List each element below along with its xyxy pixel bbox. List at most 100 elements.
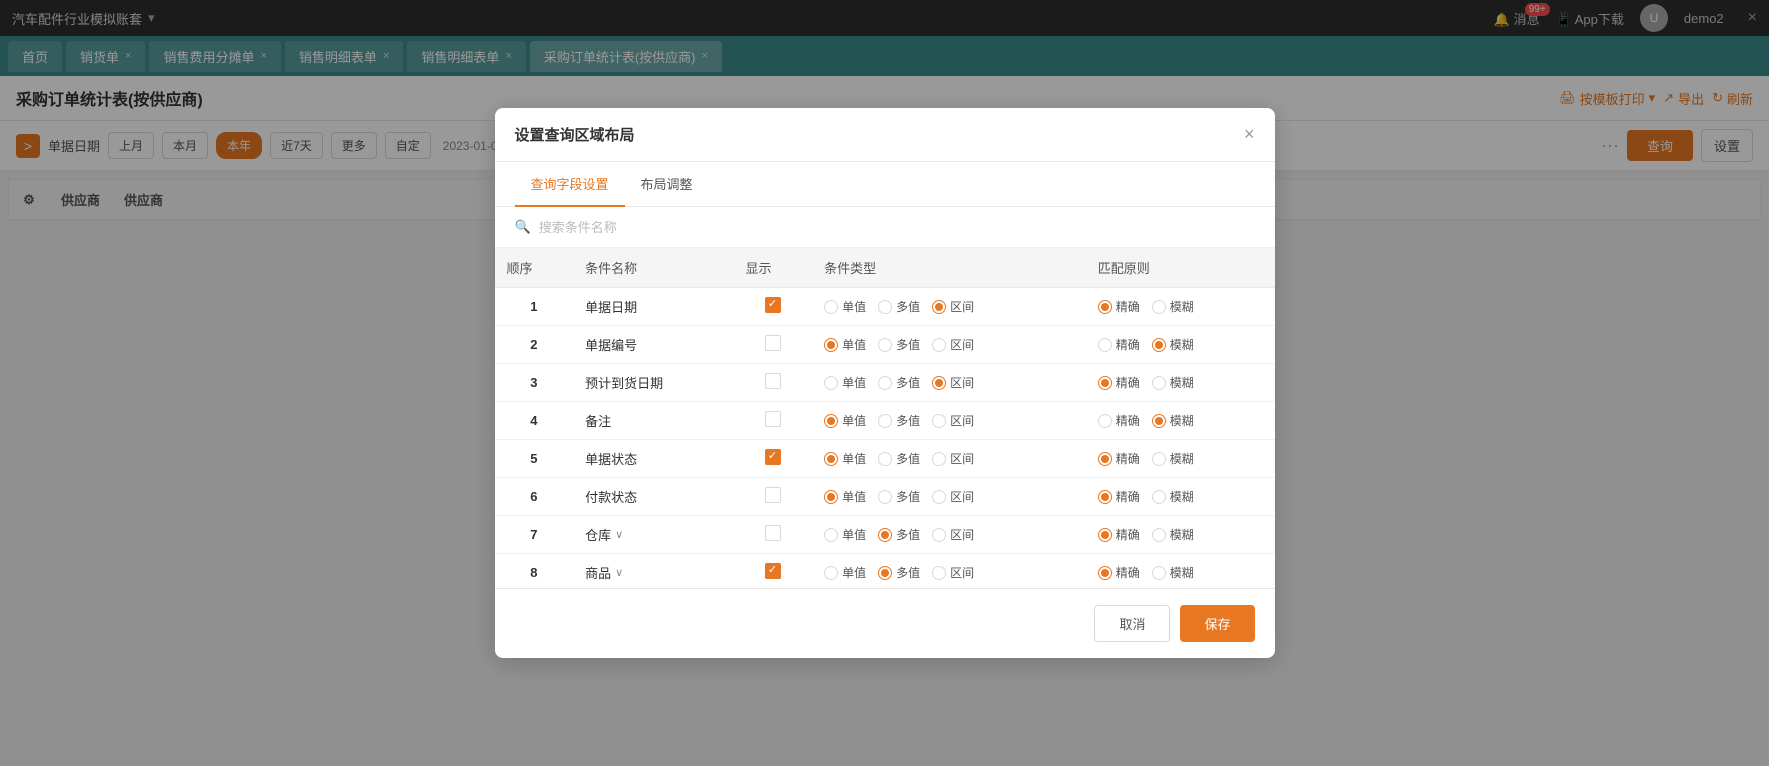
- show-checkbox[interactable]: [765, 411, 781, 427]
- radio-circle-range: [932, 566, 946, 580]
- type-single-radio[interactable]: 单值: [824, 564, 866, 581]
- show-checkbox[interactable]: [765, 335, 781, 351]
- show-checkbox[interactable]: [765, 487, 781, 503]
- match-exact-radio[interactable]: 精确: [1098, 526, 1140, 543]
- radio-circle-multi: [878, 566, 892, 580]
- show-checkbox[interactable]: [765, 297, 781, 313]
- row-name: 付款状态: [573, 478, 733, 516]
- table-row: 6付款状态 单值 多值 区间 精确 模糊: [495, 478, 1275, 516]
- show-checkbox[interactable]: [765, 525, 781, 541]
- match-exact-radio[interactable]: 精确: [1098, 412, 1140, 429]
- row-type-cell: 单值 多值 区间: [812, 478, 1086, 516]
- type-single-radio[interactable]: 单值: [824, 412, 866, 429]
- match-exact-radio[interactable]: 精确: [1098, 298, 1140, 315]
- search-icon: 🔍: [515, 219, 531, 235]
- type-single-radio[interactable]: 单值: [824, 450, 866, 467]
- radio-circle-multi: [878, 528, 892, 542]
- type-multi-radio[interactable]: 多值: [878, 450, 920, 467]
- type-multi-radio[interactable]: 多值: [878, 298, 920, 315]
- match-exact-radio[interactable]: 精确: [1098, 450, 1140, 467]
- radio-label-multi: 多值: [896, 336, 920, 353]
- type-range-radio[interactable]: 区间: [932, 412, 974, 429]
- match-exact-radio[interactable]: 精确: [1098, 488, 1140, 505]
- row-order: 6: [495, 478, 574, 516]
- match-fuzzy-radio[interactable]: 模糊: [1152, 450, 1194, 467]
- type-multi-radio[interactable]: 多值: [878, 564, 920, 581]
- dialog-tab-fields[interactable]: 查询字段设置: [515, 162, 625, 207]
- radio-circle-exact: [1098, 338, 1112, 352]
- cancel-btn[interactable]: 取消: [1094, 605, 1170, 642]
- fields-table-container: 顺序 条件名称 显示 条件类型 匹配原则 1单据日期 单值 多值: [495, 248, 1275, 588]
- search-row: 🔍: [495, 207, 1275, 248]
- radio-label-single: 单值: [842, 488, 866, 505]
- row-name: 商品 ∨: [573, 554, 733, 589]
- type-single-radio[interactable]: 单值: [824, 374, 866, 391]
- match-fuzzy-radio[interactable]: 模糊: [1152, 336, 1194, 353]
- save-btn[interactable]: 保存: [1180, 605, 1254, 642]
- row-name: 备注: [573, 402, 733, 440]
- radio-label-exact: 精确: [1116, 298, 1140, 315]
- search-input[interactable]: [539, 220, 739, 235]
- match-fuzzy-radio[interactable]: 模糊: [1152, 564, 1194, 581]
- type-range-radio[interactable]: 区间: [932, 374, 974, 391]
- type-range-radio[interactable]: 区间: [932, 298, 974, 315]
- table-row: 8商品 ∨ 单值 多值 区间 精确 模糊: [495, 554, 1275, 589]
- type-range-radio[interactable]: 区间: [932, 488, 974, 505]
- row-show-cell: [734, 288, 813, 326]
- type-single-radio[interactable]: 单值: [824, 526, 866, 543]
- th-show: 显示: [734, 248, 813, 288]
- type-multi-radio[interactable]: 多值: [878, 526, 920, 543]
- radio-circle-fuzzy: [1152, 300, 1166, 314]
- type-multi-radio[interactable]: 多值: [878, 374, 920, 391]
- type-range-radio[interactable]: 区间: [932, 564, 974, 581]
- show-checkbox[interactable]: [765, 373, 781, 389]
- table-row: 5单据状态 单值 多值 区间 精确 模糊: [495, 440, 1275, 478]
- dialog: 设置查询区域布局 × 查询字段设置 布局调整 🔍 顺序 条件名称 显示 条件类型: [495, 108, 1275, 658]
- type-multi-radio[interactable]: 多值: [878, 336, 920, 353]
- type-range-radio[interactable]: 区间: [932, 450, 974, 467]
- match-exact-radio[interactable]: 精确: [1098, 374, 1140, 391]
- type-range-radio[interactable]: 区间: [932, 526, 974, 543]
- table-row: 7仓库 ∨ 单值 多值 区间 精确 模糊: [495, 516, 1275, 554]
- th-match: 匹配原则: [1086, 248, 1275, 288]
- type-single-radio[interactable]: 单值: [824, 336, 866, 353]
- row-order: 1: [495, 288, 574, 326]
- radio-circle-multi: [878, 414, 892, 428]
- radio-label-multi: 多值: [896, 298, 920, 315]
- th-type: 条件类型: [812, 248, 1086, 288]
- match-fuzzy-radio[interactable]: 模糊: [1152, 412, 1194, 429]
- type-single-radio[interactable]: 单值: [824, 488, 866, 505]
- match-fuzzy-radio[interactable]: 模糊: [1152, 526, 1194, 543]
- radio-circle-multi: [878, 300, 892, 314]
- dialog-close-btn[interactable]: ×: [1244, 124, 1255, 145]
- radio-label-single: 单值: [842, 526, 866, 543]
- radio-circle-single: [824, 338, 838, 352]
- show-checkbox[interactable]: [765, 563, 781, 579]
- type-single-radio[interactable]: 单值: [824, 298, 866, 315]
- type-multi-radio[interactable]: 多值: [878, 412, 920, 429]
- type-range-radio[interactable]: 区间: [932, 336, 974, 353]
- type-multi-radio[interactable]: 多值: [878, 488, 920, 505]
- table-row: 4备注 单值 多值 区间 精确 模糊: [495, 402, 1275, 440]
- row-type-cell: 单值 多值 区间: [812, 326, 1086, 364]
- th-name: 条件名称: [573, 248, 733, 288]
- match-exact-radio[interactable]: 精确: [1098, 564, 1140, 581]
- radio-circle-range: [932, 490, 946, 504]
- match-exact-radio[interactable]: 精确: [1098, 336, 1140, 353]
- radio-circle-fuzzy: [1152, 338, 1166, 352]
- match-fuzzy-radio[interactable]: 模糊: [1152, 298, 1194, 315]
- row-match-cell: 精确 模糊: [1086, 364, 1275, 402]
- radio-circle-fuzzy: [1152, 414, 1166, 428]
- match-fuzzy-radio[interactable]: 模糊: [1152, 374, 1194, 391]
- match-fuzzy-radio[interactable]: 模糊: [1152, 488, 1194, 505]
- radio-label-multi: 多值: [896, 450, 920, 467]
- row-show-cell: [734, 364, 813, 402]
- row-match-cell: 精确 模糊: [1086, 402, 1275, 440]
- show-checkbox[interactable]: [765, 449, 781, 465]
- dialog-tab-layout[interactable]: 布局调整: [625, 162, 709, 207]
- row-order: 8: [495, 554, 574, 589]
- radio-circle-range: [932, 376, 946, 390]
- radio-label-exact: 精确: [1116, 336, 1140, 353]
- row-order: 3: [495, 364, 574, 402]
- row-order: 7: [495, 516, 574, 554]
